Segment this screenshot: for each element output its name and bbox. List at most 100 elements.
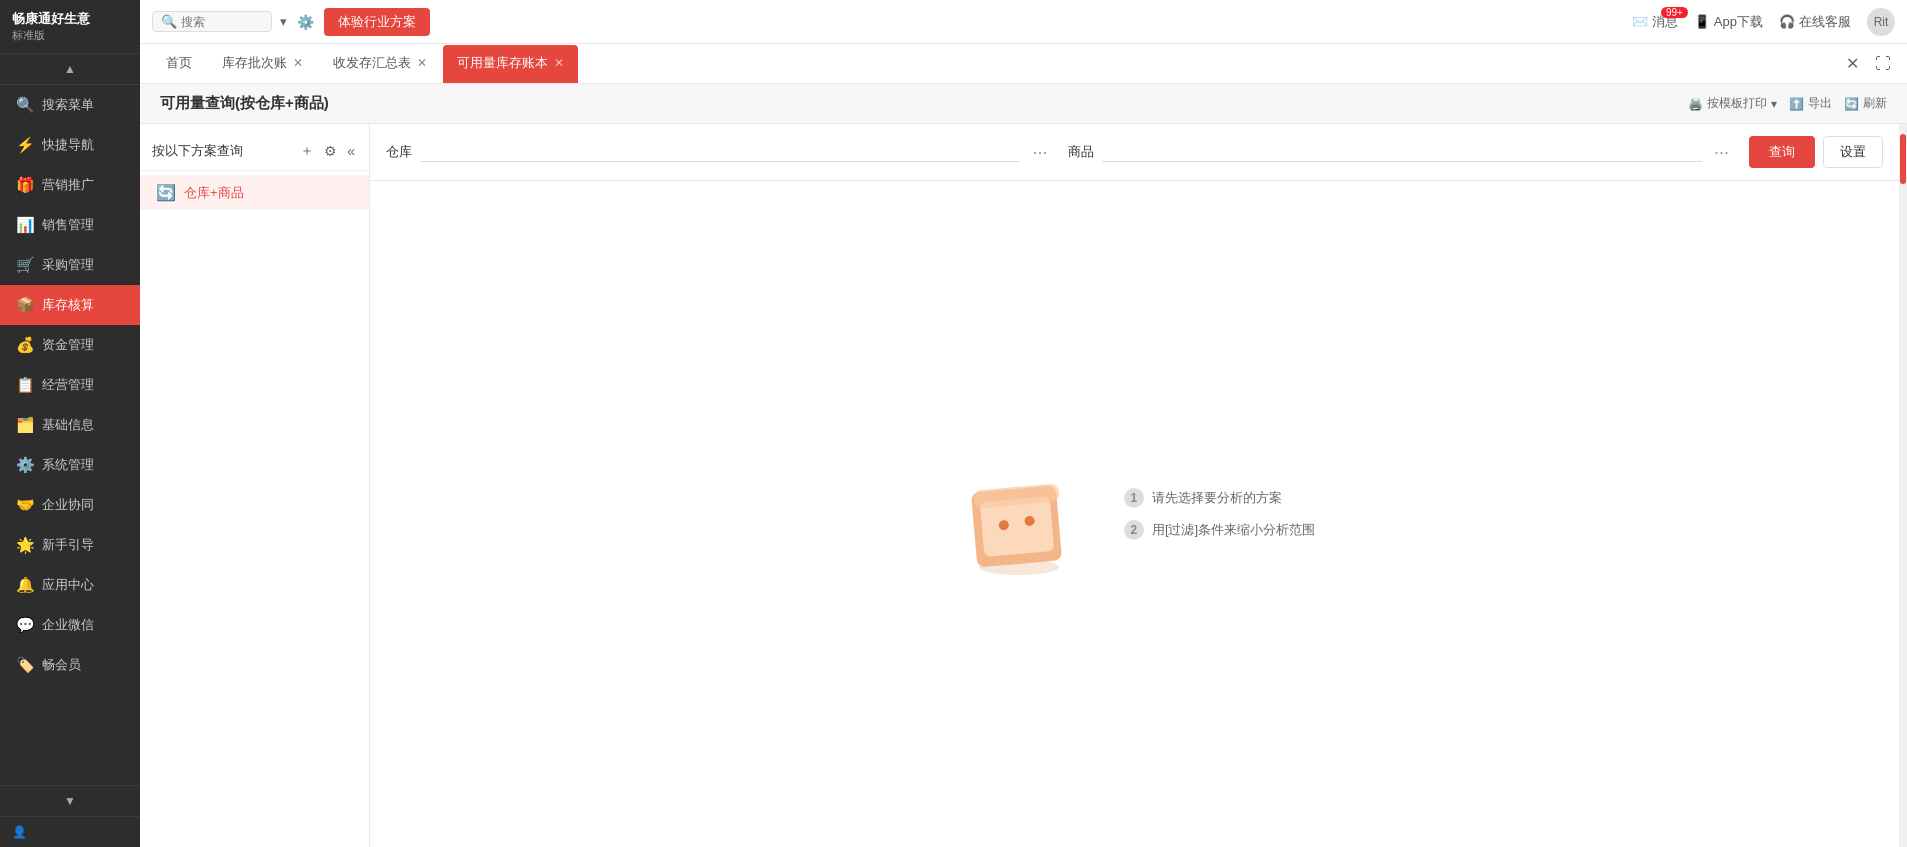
tab-available-ledger[interactable]: 可用量库存账本 ✕	[443, 45, 578, 83]
scheme-item-warehouse-product[interactable]: 🔄 仓库+商品	[140, 175, 369, 210]
operation-icon: 📋	[16, 376, 34, 394]
enterprise-icon: 🤝	[16, 496, 34, 514]
sidebar-scroll-down[interactable]: ▼	[60, 790, 80, 812]
tab-close-button[interactable]: ✕	[1842, 50, 1863, 77]
sidebar-item-basic[interactable]: 🗂️ 基础信息	[0, 405, 140, 445]
sidebar-item-sales[interactable]: 📊 销售管理	[0, 205, 140, 245]
system-icon: ⚙️	[16, 456, 34, 474]
dropdown-chevron-icon[interactable]: ▾	[280, 14, 287, 29]
user-avatar[interactable]: Rit	[1867, 8, 1895, 36]
page-header-actions: 🖨️ 按模板打印 ▾ ⬆️ 导出 🔄 刷新	[1688, 95, 1887, 112]
warehouse-filter-input[interactable]	[420, 142, 1020, 162]
messages-badge: 99+	[1661, 7, 1688, 18]
sidebar-item-label: 搜索菜单	[42, 96, 94, 114]
purchase-icon: 🛒	[16, 256, 34, 274]
warehouse-more-icon[interactable]: ···	[1028, 142, 1051, 163]
tab-available-label: 可用量库存账本	[457, 54, 548, 72]
print-template-button[interactable]: 🖨️ 按模板打印 ▾	[1688, 95, 1777, 112]
gift-icon: 🎁	[16, 176, 34, 194]
sidebar-item-appcenter[interactable]: 🔔 应用中心	[0, 565, 140, 605]
logo-title: 畅康通好生意	[12, 10, 128, 28]
inventory-icon: 📦	[16, 296, 34, 314]
basic-icon: 🗂️	[16, 416, 34, 434]
tab-batch-close[interactable]: ✕	[293, 56, 303, 70]
right-scrollbar[interactable]	[1899, 124, 1907, 847]
empty-illustration	[954, 449, 1084, 579]
tab-expand-button[interactable]: ⛶	[1871, 51, 1895, 77]
query-button[interactable]: 查询	[1749, 136, 1815, 168]
online-service-label: 在线客服	[1799, 13, 1851, 31]
page-content: 按以下方案查询 ＋ ⚙ « 🔄 仓库+商品 仓库	[140, 124, 1907, 847]
industry-solution-button[interactable]: 体验行业方案	[324, 8, 430, 36]
sidebar-item-marketing[interactable]: 🎁 营销推广	[0, 165, 140, 205]
sidebar-item-search[interactable]: 🔍 搜索菜单	[0, 85, 140, 125]
print-label: 按模板打印	[1707, 95, 1767, 112]
sidebar-item-label: 资金管理	[42, 336, 94, 354]
tab-receipt-summary[interactable]: 收发存汇总表 ✕	[319, 45, 441, 83]
left-panel-actions: ＋ ⚙ «	[298, 140, 357, 162]
online-service-button[interactable]: 🎧 在线客服	[1779, 13, 1851, 31]
sidebar-scroll-up[interactable]: ▲	[60, 58, 80, 80]
warehouse-filter-field: 仓库 ···	[386, 142, 1052, 163]
page-title: 可用量查询(按仓库+商品)	[160, 94, 329, 113]
app-download-label: App下载	[1714, 13, 1763, 31]
sidebar-item-label: 快捷导航	[42, 136, 94, 154]
sidebar-item-newbie[interactable]: 🌟 新手引导	[0, 525, 140, 565]
filter-actions: 查询 设置	[1749, 136, 1883, 168]
messages-button[interactable]: ✉️ 消息 99+	[1632, 13, 1678, 31]
sidebar-item-label: 畅会员	[42, 656, 81, 674]
tab-receipt-close[interactable]: ✕	[417, 56, 427, 70]
sidebar-item-inventory[interactable]: 📦 库存核算	[0, 285, 140, 325]
finance-icon: 💰	[16, 336, 34, 354]
print-icon: 🖨️	[1688, 97, 1703, 111]
sidebar-item-wechat[interactable]: 💬 企业微信	[0, 605, 140, 645]
tab-available-close[interactable]: ✕	[554, 56, 564, 70]
tab-batch-label: 库存批次账	[222, 54, 287, 72]
collapse-panel-button[interactable]: «	[345, 141, 357, 161]
sidebar-item-shortcut[interactable]: ⚡ 快捷导航	[0, 125, 140, 165]
sidebar-item-purchase[interactable]: 🛒 采购管理	[0, 245, 140, 285]
sidebar-scroll: 🔍 搜索菜单 ⚡ 快捷导航 🎁 营销推广 📊 销售管理 🛒 采购管理 📦	[0, 85, 140, 785]
export-icon: ⬆️	[1789, 97, 1804, 111]
page-header: 可用量查询(按仓库+商品) 🖨️ 按模板打印 ▾ ⬆️ 导出 🔄 刷新	[140, 84, 1907, 124]
tab-home[interactable]: 首页	[152, 45, 206, 83]
tip-item-1: 1 请先选择要分析的方案	[1124, 488, 1315, 508]
refresh-button[interactable]: 🔄 刷新	[1844, 95, 1887, 112]
sidebar: 畅康通好生意 标准版 ▲ 🔍 搜索菜单 ⚡ 快捷导航 🎁 营销推广 📊 销售管理	[0, 0, 140, 847]
tab-home-label: 首页	[166, 54, 192, 72]
left-panel-header: 按以下方案查询 ＋ ⚙ «	[140, 136, 369, 171]
empty-tips: 1 请先选择要分析的方案 2 用[过滤]条件来缩小分析范围	[1124, 488, 1315, 540]
sidebar-item-system[interactable]: ⚙️ 系统管理	[0, 445, 140, 485]
product-filter-input[interactable]	[1102, 142, 1702, 162]
settings-button[interactable]: 设置	[1823, 136, 1883, 168]
sidebar-item-label: 企业协同	[42, 496, 94, 514]
warehouse-product-icon: 🔄	[156, 183, 176, 202]
sidebar-item-member[interactable]: 🏷️ 畅会员	[0, 645, 140, 685]
app-download-button[interactable]: 📱 App下载	[1694, 13, 1763, 31]
sidebar-item-label: 采购管理	[42, 256, 94, 274]
sidebar-item-label: 企业微信	[42, 616, 94, 634]
sidebar-item-label: 营销推广	[42, 176, 94, 194]
tip-text-2: 用[过滤]条件来缩小分析范围	[1152, 521, 1315, 539]
refresh-icon: 🔄	[1844, 97, 1859, 111]
sidebar-item-enterprise[interactable]: 🤝 企业协同	[0, 485, 140, 525]
tab-receipt-label: 收发存汇总表	[333, 54, 411, 72]
product-more-icon[interactable]: ···	[1710, 142, 1733, 163]
topbar-search-box[interactable]: 🔍	[152, 11, 272, 32]
sidebar-item-operation[interactable]: 📋 经营管理	[0, 365, 140, 405]
edit-scheme-button[interactable]: ⚙	[322, 141, 339, 161]
sidebar-item-finance[interactable]: 💰 资金管理	[0, 325, 140, 365]
add-scheme-button[interactable]: ＋	[298, 140, 316, 162]
search-input[interactable]	[181, 15, 261, 29]
user-avatar-small: 👤	[12, 825, 27, 839]
export-button[interactable]: ⬆️ 导出	[1789, 95, 1832, 112]
sidebar-item-label: 销售管理	[42, 216, 94, 234]
right-area: 仓库 ··· 商品 ··· 查询 设置	[370, 124, 1899, 847]
product-filter-label: 商品	[1068, 143, 1094, 161]
tab-batch[interactable]: 库存批次账 ✕	[208, 45, 317, 83]
newbie-icon: 🌟	[16, 536, 34, 554]
settings-gear-button[interactable]: ⚙️	[295, 12, 316, 32]
sidebar-item-label: 经营管理	[42, 376, 94, 394]
print-dropdown-icon: ▾	[1771, 97, 1777, 111]
scroll-thumb	[1900, 134, 1906, 184]
